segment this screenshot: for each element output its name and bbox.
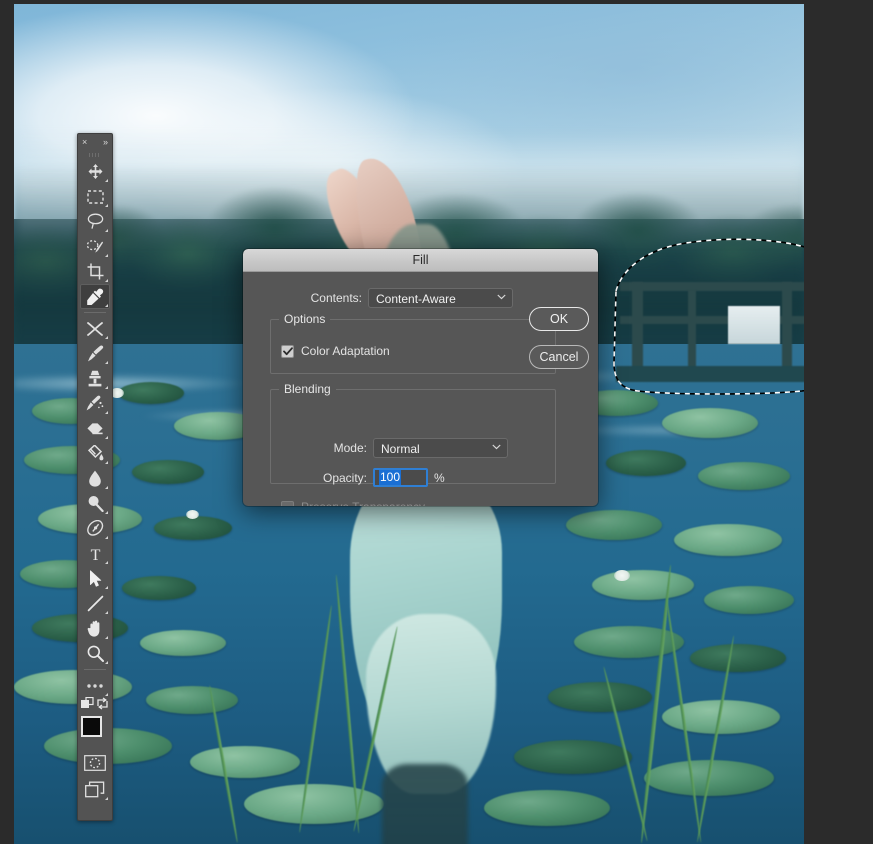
mode-label: Mode:: [333, 441, 367, 455]
tools-panel-header: × »: [78, 134, 112, 150]
panel-drag-grip[interactable]: [78, 150, 112, 159]
pen-tool[interactable]: [80, 516, 110, 541]
color-adaptation-row[interactable]: Color Adaptation: [281, 344, 390, 358]
edit-toolbar-tool[interactable]: [80, 673, 110, 698]
healing-brush-tool[interactable]: [80, 316, 110, 341]
foreground-color-swatch[interactable]: [81, 716, 102, 737]
screen-mode-button[interactable]: [80, 776, 110, 802]
dodge-tool[interactable]: [80, 491, 110, 516]
line-tool[interactable]: [80, 591, 110, 616]
preserve-transparency-row: Preserve Transparency: [281, 500, 425, 506]
color-swatches[interactable]: [80, 716, 113, 750]
mode-row: Mode: Normal: [281, 438, 543, 458]
blending-legend: Blending: [279, 382, 336, 396]
hand-tool[interactable]: [80, 616, 110, 641]
rectangular-marquee-tool[interactable]: [80, 184, 110, 209]
lasso-tool[interactable]: [80, 209, 110, 234]
mode-select[interactable]: Normal: [373, 438, 508, 458]
eyedropper-tool[interactable]: [80, 284, 110, 309]
preserve-transparency-checkbox: [281, 500, 294, 506]
ok-button[interactable]: OK: [529, 307, 589, 331]
opacity-value: 100: [379, 470, 402, 485]
blur-tool[interactable]: [80, 466, 110, 491]
path-selection-tool[interactable]: [80, 566, 110, 591]
swap-colors-icon[interactable]: [96, 697, 109, 715]
default-colors-icon[interactable]: [81, 696, 94, 715]
opacity-label: Opacity:: [322, 470, 367, 485]
close-icon[interactable]: ×: [82, 137, 87, 147]
blending-group: Blending Mode: Normal Opacity: 100 %: [270, 382, 556, 506]
opacity-row: Opacity: 100 %: [281, 468, 543, 487]
dialog-title: Fill: [243, 249, 598, 272]
contents-row: Contents: Content-Aware: [243, 288, 513, 308]
color-adaptation-label: Color Adaptation: [301, 344, 390, 358]
tools-panel[interactable]: × » T: [77, 133, 113, 821]
opacity-unit: %: [434, 470, 445, 485]
gradient-tool[interactable]: [80, 441, 110, 466]
contents-value: Content-Aware: [376, 292, 456, 306]
zoom-tool[interactable]: [80, 641, 110, 666]
mode-value: Normal: [381, 442, 420, 456]
options-group: Options Color Adaptation: [270, 312, 556, 374]
clone-stamp-tool[interactable]: [80, 366, 110, 391]
contents-label: Contents:: [310, 291, 362, 305]
eraser-tool[interactable]: [80, 416, 110, 441]
move-tool[interactable]: [80, 159, 110, 184]
color-controls-row[interactable]: [80, 696, 110, 715]
foreground-reeds: [14, 564, 804, 844]
quick-mask-button[interactable]: [80, 750, 110, 776]
fill-dialog[interactable]: Fill Contents: Content-Aware Options Col…: [243, 249, 598, 506]
svg-text:T: T: [90, 547, 100, 562]
expand-icon[interactable]: »: [103, 137, 108, 147]
opacity-input[interactable]: 100: [373, 468, 428, 487]
cancel-button[interactable]: Cancel: [529, 345, 589, 369]
preserve-transparency-label: Preserve Transparency: [301, 500, 425, 506]
quick-selection-tool[interactable]: [80, 234, 110, 259]
crop-tool[interactable]: [80, 259, 110, 284]
dialog-body: Contents: Content-Aware Options Color Ad…: [243, 272, 598, 506]
options-legend: Options: [279, 312, 331, 326]
color-adaptation-checkbox[interactable]: [281, 344, 294, 358]
brush-tool[interactable]: [80, 341, 110, 366]
chevron-down-icon: [497, 286, 506, 306]
history-brush-tool[interactable]: [80, 391, 110, 416]
contents-select[interactable]: Content-Aware: [368, 288, 513, 308]
type-tool[interactable]: T: [80, 541, 110, 566]
photoshop-window: × » T Fill Contents: Content-Aware Optio…: [0, 0, 873, 844]
chevron-down-icon: [492, 436, 501, 456]
